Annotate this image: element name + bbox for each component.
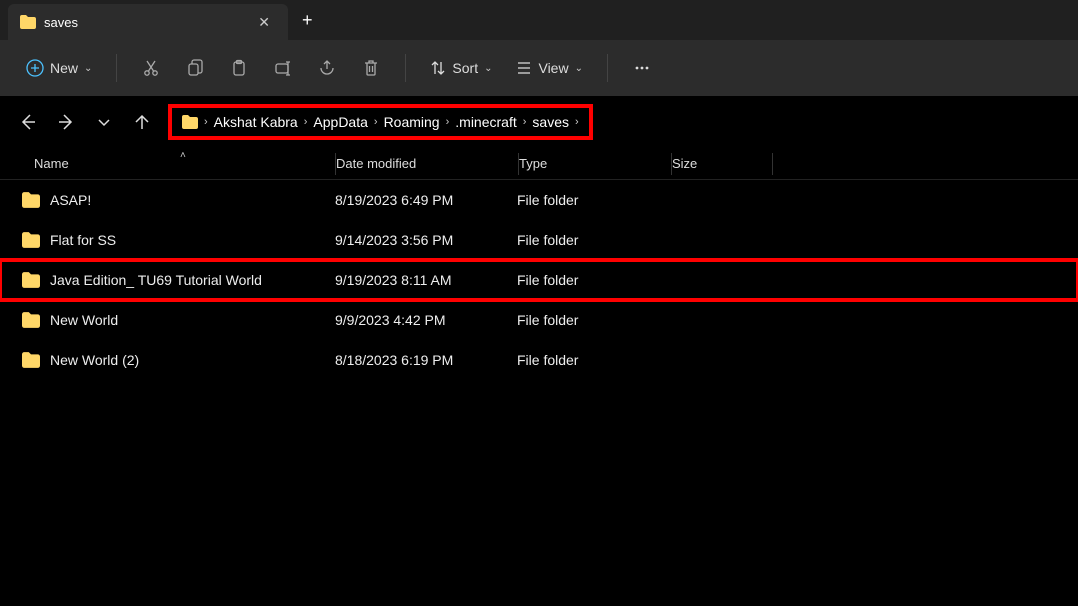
sort-button[interactable]: Sort ⌄	[420, 54, 502, 82]
column-headers: ˄ Name Date modified Type Size	[0, 148, 1078, 180]
cell-type: File folder	[517, 312, 669, 328]
tab-saves[interactable]: saves ✕	[8, 4, 288, 40]
file-name: New World	[50, 312, 118, 328]
file-list: ASAP!8/19/2023 6:49 PMFile folderFlat fo…	[0, 180, 1078, 380]
delete-button[interactable]	[351, 48, 391, 88]
crumb[interactable]: saves	[532, 114, 569, 130]
chevron-down-icon: ⌄	[484, 63, 492, 74]
separator	[116, 54, 117, 82]
table-row[interactable]: New World (2) 8/18/2023 6:19 PMFile folde…	[0, 340, 1078, 380]
forward-button[interactable]	[54, 110, 78, 134]
chevron-right-icon: ›	[204, 116, 208, 128]
folder-icon	[22, 312, 40, 328]
folder-icon	[22, 232, 40, 248]
recent-button[interactable]	[92, 110, 116, 134]
close-icon[interactable]: ✕	[252, 12, 276, 33]
cell-date: 9/14/2023 3:56 PM	[335, 232, 517, 248]
view-label: View	[538, 60, 568, 76]
cell-name: New World (2)	[0, 352, 335, 368]
cell-name: Java Edition_ TU69 Tutorial World	[0, 272, 335, 288]
tab-bar: saves ✕ +	[0, 0, 1078, 40]
new-label: New	[50, 60, 78, 76]
plus-circle-icon	[26, 59, 44, 77]
rename-button[interactable]	[263, 48, 303, 88]
cell-name: ASAP!	[0, 192, 335, 208]
cell-date: 8/19/2023 6:49 PM	[335, 192, 517, 208]
cell-type: File folder	[517, 272, 669, 288]
breadcrumb[interactable]: › Akshat Kabra › AppData › Roaming › .mi…	[168, 104, 593, 140]
separator	[405, 54, 406, 82]
header-name[interactable]: Name	[0, 156, 335, 171]
crumb[interactable]: Roaming	[384, 114, 440, 130]
header-size[interactable]: Size	[672, 156, 772, 171]
file-name: New World (2)	[50, 352, 139, 368]
folder-icon	[182, 115, 198, 129]
new-button[interactable]: New ⌄	[16, 53, 102, 83]
view-icon	[516, 60, 532, 76]
up-button[interactable]	[130, 110, 154, 134]
header-type[interactable]: Type	[519, 156, 671, 171]
cell-date: 9/9/2023 4:42 PM	[335, 312, 517, 328]
file-name: ASAP!	[50, 192, 91, 208]
share-button[interactable]	[307, 48, 347, 88]
crumb[interactable]: .minecraft	[455, 114, 516, 130]
nav-row: › Akshat Kabra › AppData › Roaming › .mi…	[0, 96, 1078, 148]
chevron-right-icon: ›	[523, 116, 527, 128]
cell-name: New World	[0, 312, 335, 328]
toolbar: New ⌄ Sort ⌄ View ⌄	[0, 40, 1078, 96]
more-button[interactable]	[622, 48, 662, 88]
crumb[interactable]: Akshat Kabra	[214, 114, 298, 130]
cell-date: 8/18/2023 6:19 PM	[335, 352, 517, 368]
cell-type: File folder	[517, 352, 669, 368]
header-date[interactable]: Date modified	[336, 156, 518, 171]
chevron-right-icon: ›	[304, 116, 308, 128]
chevron-right-icon: ›	[575, 116, 579, 128]
sort-icon	[430, 60, 446, 76]
cut-button[interactable]	[131, 48, 171, 88]
sort-label: Sort	[452, 60, 478, 76]
folder-icon	[22, 272, 40, 288]
copy-button[interactable]	[175, 48, 215, 88]
new-tab-button[interactable]: +	[288, 10, 327, 31]
view-button[interactable]: View ⌄	[506, 54, 592, 82]
table-row[interactable]: ASAP! 8/19/2023 6:49 PMFile folder	[0, 180, 1078, 220]
folder-icon	[22, 192, 40, 208]
chevron-down-icon: ⌄	[84, 63, 92, 74]
folder-icon	[22, 352, 40, 368]
table-row[interactable]: Flat for SS 9/14/2023 3:56 PMFile folder	[0, 220, 1078, 260]
chevron-down-icon: ⌄	[575, 63, 583, 74]
cell-type: File folder	[517, 192, 669, 208]
paste-button[interactable]	[219, 48, 259, 88]
sort-indicator-icon: ˄	[180, 150, 186, 161]
chevron-right-icon: ›	[374, 116, 378, 128]
table-row[interactable]: New World 9/9/2023 4:42 PMFile folder	[0, 300, 1078, 340]
cell-name: Flat for SS	[0, 232, 335, 248]
folder-icon	[20, 14, 36, 30]
back-button[interactable]	[16, 110, 40, 134]
separator	[607, 54, 608, 82]
table-row[interactable]: Java Edition_ TU69 Tutorial World 9/19/20…	[0, 260, 1078, 300]
separator	[772, 153, 773, 175]
file-name: Java Edition_ TU69 Tutorial World	[50, 272, 262, 288]
file-name: Flat for SS	[50, 232, 116, 248]
cell-date: 9/19/2023 8:11 AM	[335, 272, 517, 288]
tab-title: saves	[44, 15, 244, 30]
crumb[interactable]: AppData	[313, 114, 367, 130]
cell-type: File folder	[517, 232, 669, 248]
chevron-right-icon: ›	[446, 116, 450, 128]
